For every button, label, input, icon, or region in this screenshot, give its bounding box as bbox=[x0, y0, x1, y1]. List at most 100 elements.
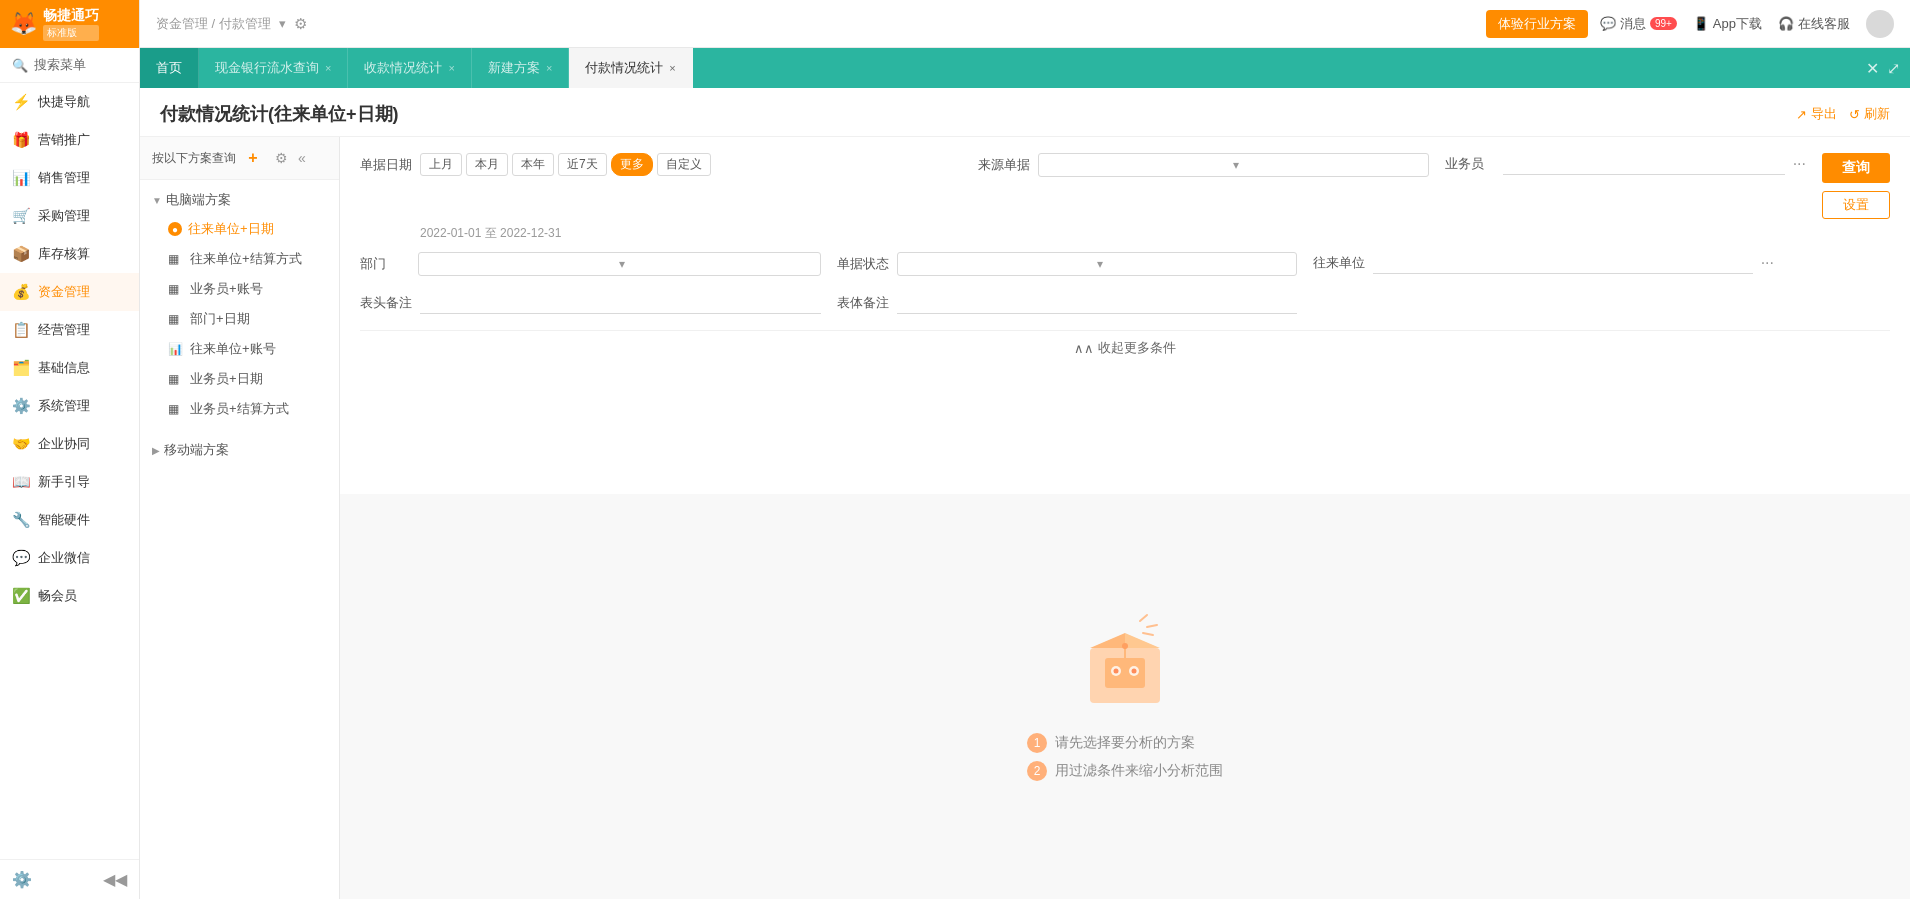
refresh-btn[interactable]: ↺ 刷新 bbox=[1849, 105, 1890, 123]
tabbar: 首页 现金银行流水查询 × 收款情况统计 × 新建方案 × 付款情况统计 × ✕… bbox=[140, 48, 1910, 88]
date-btn-7days[interactable]: 近7天 bbox=[558, 153, 607, 176]
tab-new-scheme[interactable]: 新建方案 × bbox=[472, 48, 569, 88]
refresh-label: 刷新 bbox=[1864, 105, 1890, 123]
filter-staff-item: 业务员 ··· bbox=[1445, 153, 1806, 175]
tab-payment-stats[interactable]: 收款情况统计 × bbox=[348, 48, 471, 88]
sidebar-search[interactable]: 🔍 搜索菜单 bbox=[0, 48, 139, 83]
scheme-settings-icon[interactable]: ⚙ bbox=[270, 147, 292, 169]
sidebar-item-marketing[interactable]: 🎁 营销推广 bbox=[0, 121, 139, 159]
sidebar-item-purchase[interactable]: 🛒 采购管理 bbox=[0, 197, 139, 235]
scheme-item-staff-date[interactable]: ▦ 业务员+日期 bbox=[140, 364, 339, 394]
app-download-label: App下载 bbox=[1713, 15, 1762, 33]
filter-row-2: 部门 ▾ 单据状态 ▾ bbox=[360, 252, 1890, 276]
scheme-item-dept-date[interactable]: ▦ 部门+日期 bbox=[140, 304, 339, 334]
empty-hint-1: 1 请先选择要分析的方案 bbox=[1027, 733, 1223, 753]
page-title: 付款情况统计(往来单位+日期) bbox=[160, 102, 399, 126]
bank-flow-close[interactable]: × bbox=[325, 62, 331, 74]
collapse-bar[interactable]: ∧∧ 收起更多条件 bbox=[360, 330, 1890, 365]
date-label: 单据日期 bbox=[360, 156, 412, 174]
sidebar-item-hardware[interactable]: 🔧 智能硬件 bbox=[0, 501, 139, 539]
scheme-table-icon-5: ▦ bbox=[168, 401, 184, 417]
scheme-mobile-group: ▶ 移动端方案 bbox=[140, 430, 339, 470]
export-btn[interactable]: ↗ 导出 bbox=[1796, 105, 1837, 123]
search-label: 搜索菜单 bbox=[34, 56, 86, 74]
filter-header-note-item: 表头备注 bbox=[360, 292, 821, 314]
content-area: 按以下方案查询 + ⚙ « ▼ 电脑端方案 ● 往来单位+日期 bbox=[140, 137, 1910, 899]
topbar-gear-icon[interactable]: ⚙ bbox=[294, 15, 307, 33]
tab-home[interactable]: 首页 bbox=[140, 48, 199, 88]
date-btn-more[interactable]: 更多 bbox=[611, 153, 653, 176]
collapse-sidebar-btn[interactable]: ◀◀ bbox=[103, 870, 127, 889]
scheme-item-staff-account[interactable]: ▦ 业务员+账号 bbox=[140, 274, 339, 304]
service-icon: 🎧 bbox=[1778, 16, 1794, 31]
sidebar-item-basic-info[interactable]: 🗂️ 基础信息 bbox=[0, 349, 139, 387]
body-note-input[interactable] bbox=[897, 292, 1298, 314]
scheme-collapse-btn[interactable]: « bbox=[298, 150, 306, 166]
quick-nav-icon: ⚡ bbox=[12, 93, 30, 111]
payment-stats-close[interactable]: × bbox=[448, 62, 454, 74]
svg-marker-2 bbox=[1125, 633, 1160, 648]
sidebar-item-wechat[interactable]: 💬 企业微信 bbox=[0, 539, 139, 577]
scheme-table-icon-4: ▦ bbox=[168, 371, 184, 387]
tab-pay-stats[interactable]: 付款情况统计 × bbox=[569, 48, 692, 88]
sidebar-item-inventory[interactable]: 📦 库存核算 bbox=[0, 235, 139, 273]
sidebar-item-system[interactable]: ⚙️ 系统管理 bbox=[0, 387, 139, 425]
voucher-select[interactable]: ▾ bbox=[897, 252, 1298, 276]
enterprise-icon: 🤝 bbox=[12, 435, 30, 453]
staff-input[interactable] bbox=[1503, 153, 1785, 175]
scheme-mobile-title[interactable]: ▶ 移动端方案 bbox=[140, 436, 339, 464]
date-btn-last-month[interactable]: 上月 bbox=[420, 153, 462, 176]
tab-bank-flow[interactable]: 现金银行流水查询 × bbox=[199, 48, 348, 88]
desktop-arrow-icon: ▼ bbox=[152, 195, 162, 206]
staff-dots-icon[interactable]: ··· bbox=[1793, 155, 1806, 173]
scheme-item-unit-settle[interactable]: ▦ 往来单位+结算方式 bbox=[140, 244, 339, 274]
tab-close-all-icon[interactable]: ✕ bbox=[1866, 59, 1879, 78]
header-note-input[interactable] bbox=[420, 292, 821, 314]
dept-select[interactable]: ▾ bbox=[418, 252, 821, 276]
operations-icon: 📋 bbox=[12, 321, 30, 339]
source-select[interactable]: ▾ bbox=[1038, 153, 1429, 177]
new-scheme-close[interactable]: × bbox=[546, 62, 552, 74]
filter-dept-item: 部门 ▾ bbox=[360, 252, 821, 276]
user-avatar[interactable] bbox=[1866, 10, 1894, 38]
sidebar-item-guide[interactable]: 📖 新手引导 bbox=[0, 463, 139, 501]
scheme-add-icon[interactable]: + bbox=[242, 147, 264, 169]
mobile-arrow-icon: ▶ bbox=[152, 445, 160, 456]
empty-hints: 1 请先选择要分析的方案 2 用过滤条件来缩小分析范围 bbox=[1027, 733, 1223, 781]
sidebar-item-sales[interactable]: 📊 销售管理 bbox=[0, 159, 139, 197]
scheme-desktop-title[interactable]: ▼ 电脑端方案 bbox=[140, 186, 339, 214]
sidebar-item-quick-nav[interactable]: ⚡ 快捷导航 bbox=[0, 83, 139, 121]
setting-btn[interactable]: 设置 bbox=[1822, 191, 1890, 219]
filter-voucher-item: 单据状态 ▾ bbox=[837, 252, 1298, 276]
sidebar-item-member[interactable]: ✅ 畅会员 bbox=[0, 577, 139, 615]
search-icon: 🔍 bbox=[12, 58, 28, 73]
scheme-item-unit-date[interactable]: ● 往来单位+日期 bbox=[140, 214, 339, 244]
dept-label: 部门 bbox=[360, 255, 410, 273]
topbar-dropdown-icon[interactable]: ▾ bbox=[279, 16, 286, 31]
scheme-item-unit-account[interactable]: 📊 往来单位+账号 bbox=[140, 334, 339, 364]
date-btn-this-year[interactable]: 本年 bbox=[512, 153, 554, 176]
svg-point-12 bbox=[1122, 643, 1128, 649]
experience-btn[interactable]: 体验行业方案 bbox=[1486, 10, 1588, 38]
voucher-arrow-icon: ▾ bbox=[1097, 257, 1288, 271]
sidebar-item-funds[interactable]: 💰 资金管理 bbox=[0, 273, 139, 311]
pay-stats-close[interactable]: × bbox=[669, 62, 675, 74]
partner-dots-icon[interactable]: ··· bbox=[1761, 254, 1774, 272]
query-btn[interactable]: 查询 bbox=[1822, 153, 1890, 183]
scheme-table-icon-1: ▦ bbox=[168, 251, 184, 267]
sidebar-item-operations[interactable]: 📋 经营管理 bbox=[0, 311, 139, 349]
tab-maximize-icon[interactable]: ⤢ bbox=[1887, 59, 1900, 78]
scheme-item-staff-settle[interactable]: ▦ 业务员+结算方式 bbox=[140, 394, 339, 424]
guide-icon: 📖 bbox=[12, 473, 30, 491]
filter-source-item: 来源单据 ▾ bbox=[978, 153, 1429, 177]
svg-point-10 bbox=[1132, 668, 1137, 673]
message-action[interactable]: 💬 消息 99+ bbox=[1600, 15, 1677, 33]
app-download-action[interactable]: 📱 App下载 bbox=[1693, 15, 1762, 33]
settings-icon[interactable]: ⚙️ bbox=[12, 870, 32, 889]
date-btn-custom[interactable]: 自定义 bbox=[657, 153, 711, 176]
svg-rect-6 bbox=[1105, 658, 1145, 688]
partner-input[interactable] bbox=[1373, 252, 1752, 274]
date-btn-this-month[interactable]: 本月 bbox=[466, 153, 508, 176]
online-service-action[interactable]: 🎧 在线客服 bbox=[1778, 15, 1850, 33]
sidebar-item-enterprise[interactable]: 🤝 企业协同 bbox=[0, 425, 139, 463]
